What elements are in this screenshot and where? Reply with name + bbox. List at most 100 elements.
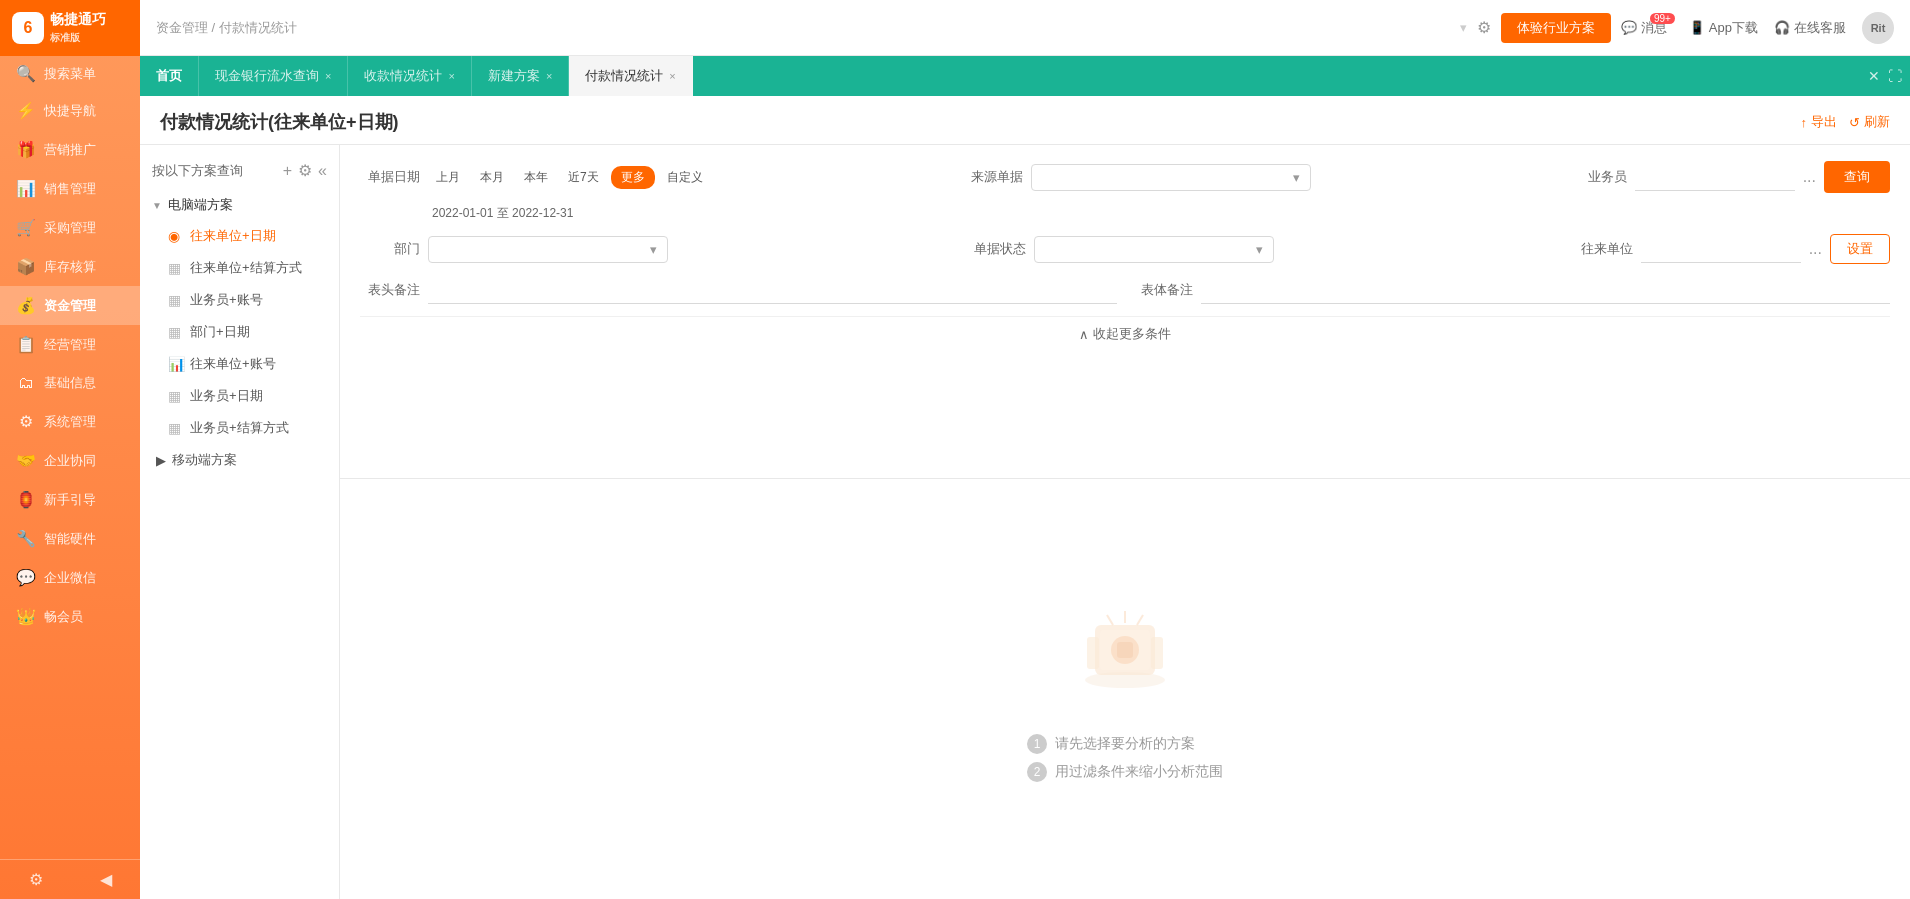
status-dropdown-icon: ▾: [1256, 242, 1263, 257]
filter-unit-col: 往来单位 ... 设置: [1573, 234, 1890, 264]
filter-row-3: 表头备注 表体备注: [360, 276, 1890, 304]
breadcrumb: 资金管理 / 付款情况统计: [156, 19, 1450, 37]
sidebar-item-inventory[interactable]: 📦 库存核算: [0, 247, 140, 286]
sidebar-item-cooperation[interactable]: 🤝 企业协同: [0, 441, 140, 480]
page-title: 付款情况统计(往来单位+日期): [160, 110, 399, 134]
page-header-actions: ↑ 导出 ↺ 刷新: [1801, 113, 1891, 131]
scheme-item-unit-date[interactable]: ◉ 往来单位+日期: [140, 220, 339, 252]
staff-input-area: [1635, 163, 1795, 191]
scheme-settings-icon[interactable]: ⚙: [298, 161, 312, 180]
empty-state: 1 请先选择要分析的方案 2 用过滤条件来缩小分析范围: [340, 479, 1910, 900]
sidebar-item-search-menu[interactable]: 🔍 搜索菜单: [0, 56, 140, 91]
date-opt-custom[interactable]: 自定义: [659, 166, 711, 189]
svg-line-9: [1137, 615, 1143, 625]
scheme-item-staff-date[interactable]: ▦ 业务员+日期: [140, 380, 339, 412]
scheme-staff-date-icon: ▦: [168, 388, 184, 404]
export-btn[interactable]: ↑ 导出: [1801, 113, 1838, 131]
scheme-item-staff-account[interactable]: ▦ 业务员+账号: [140, 284, 339, 316]
dept-select[interactable]: ▾: [428, 236, 668, 263]
tab-payment-stat[interactable]: 付款情况统计 ×: [569, 56, 692, 96]
source-select[interactable]: ▾: [1031, 164, 1311, 191]
quick-nav-icon: ⚡: [16, 101, 36, 120]
scheme-add-icon[interactable]: +: [283, 162, 292, 180]
tab-payment-stat-close[interactable]: ×: [669, 70, 675, 82]
user-avatar[interactable]: Rit: [1862, 12, 1894, 44]
query-btn[interactable]: 查询: [1824, 161, 1890, 193]
mobile-arrow-icon: ▶: [156, 453, 166, 468]
date-opt-last-month[interactable]: 上月: [428, 166, 468, 189]
sidebar-item-fund[interactable]: 💰 资金管理: [0, 286, 140, 325]
tab-bank-flow-close[interactable]: ×: [325, 70, 331, 82]
app-download[interactable]: 📱 App下载: [1689, 19, 1758, 37]
staff-dots[interactable]: ...: [1803, 168, 1816, 186]
settings-btn[interactable]: 设置: [1830, 234, 1890, 264]
sidebar-item-hardware[interactable]: 🔧 智能硬件: [0, 519, 140, 558]
body-remark-label: 表体备注: [1133, 281, 1193, 299]
collapse-btn[interactable]: ∧ 收起更多条件: [360, 316, 1890, 351]
refresh-btn[interactable]: ↺ 刷新: [1849, 113, 1890, 131]
sidebar-item-quick-nav[interactable]: ⚡ 快捷导航: [0, 91, 140, 130]
date-range-row: 2022-01-01 至 2022-12-31: [360, 205, 1890, 222]
inventory-icon: 📦: [16, 257, 36, 276]
filter-row-1: 单据日期 上月 本月 本年 近7天 更多 自定义: [360, 161, 1890, 193]
online-service[interactable]: 🎧 在线客服: [1774, 19, 1846, 37]
scheme-item-unit-settle[interactable]: ▦ 往来单位+结算方式: [140, 252, 339, 284]
filter-dept-col: 部门 ▾: [360, 236, 950, 263]
sidebar-item-basic[interactable]: 🗂 基础信息: [0, 364, 140, 402]
scheme-item-staff-settle[interactable]: ▦ 业务员+结算方式: [140, 412, 339, 444]
main-content: 资金管理 / 付款情况统计 ▾ ⚙ 体验行业方案 💬 消息 99+ 📱 App下…: [140, 0, 1910, 899]
operation-icon: 📋: [16, 335, 36, 354]
svg-line-7: [1107, 615, 1113, 625]
sidebar-bottom: ⚙ ◀: [0, 859, 140, 899]
date-opt-this-month[interactable]: 本月: [472, 166, 512, 189]
scheme-group-mobile: ▶ 移动端方案: [140, 444, 339, 476]
sidebar-settings-btn[interactable]: ⚙: [29, 870, 43, 889]
sidebar-item-marketing[interactable]: 🎁 营销推广: [0, 130, 140, 169]
trial-btn[interactable]: 体验行业方案: [1501, 13, 1611, 43]
sidebar-collapse-btn[interactable]: ◀: [100, 870, 112, 889]
tab-new-scheme[interactable]: 新建方案 ×: [472, 56, 569, 96]
tab-new-scheme-close[interactable]: ×: [546, 70, 552, 82]
member-icon: 👑: [16, 607, 36, 626]
header-remark-input[interactable]: [428, 276, 1117, 304]
page-content: 付款情况统计(往来单位+日期) ↑ 导出 ↺ 刷新 按以下方案查询 +: [140, 96, 1910, 899]
sidebar-item-purchase[interactable]: 🛒 采购管理: [0, 208, 140, 247]
date-opt-this-year[interactable]: 本年: [516, 166, 556, 189]
hardware-icon: 🔧: [16, 529, 36, 548]
scheme-sidebar: 按以下方案查询 + ⚙ « ▼ 电脑端方案 ◉ 往来单位+日期: [140, 145, 340, 899]
scheme-group-mobile-title[interactable]: ▶ 移动端方案: [140, 444, 339, 476]
scheme-item-unit-account[interactable]: 📊 往来单位+账号: [140, 348, 339, 380]
status-select[interactable]: ▾: [1034, 236, 1274, 263]
scheme-collapse-icon[interactable]: «: [318, 162, 327, 180]
sidebar-item-guide[interactable]: 🏮 新手引导: [0, 480, 140, 519]
date-opt-last-7[interactable]: 近7天: [560, 166, 607, 189]
empty-hint-2: 2 用过滤条件来缩小分析范围: [1027, 762, 1223, 782]
dept-dropdown-icon: ▾: [650, 242, 657, 257]
date-opt-more[interactable]: 更多: [611, 166, 655, 189]
tab-expand-icon[interactable]: ⛶: [1888, 68, 1902, 84]
tab-close-all-icon[interactable]: ✕: [1868, 68, 1880, 84]
tab-receipts-stat[interactable]: 收款情况统计 ×: [348, 56, 471, 96]
tab-home[interactable]: 首页: [140, 56, 199, 96]
sidebar-item-wechat[interactable]: 💬 企业微信: [0, 558, 140, 597]
sidebar-item-operation[interactable]: 📋 经营管理: [0, 325, 140, 364]
scheme-unit-date-icon: ◉: [168, 228, 184, 244]
scheme-item-dept-date[interactable]: ▦ 部门+日期: [140, 316, 339, 348]
tabbar-actions: ✕ ⛶: [1868, 68, 1910, 84]
sidebar-item-system[interactable]: ⚙ 系统管理: [0, 402, 140, 441]
sidebar-item-sales[interactable]: 📊 销售管理: [0, 169, 140, 208]
scheme-dept-date-icon: ▦: [168, 324, 184, 340]
tab-bank-flow[interactable]: 现金银行流水查询 ×: [199, 56, 348, 96]
unit-dots[interactable]: ...: [1809, 240, 1822, 258]
fund-icon: 💰: [16, 296, 36, 315]
scheme-group-desktop-title[interactable]: ▼ 电脑端方案: [140, 190, 339, 220]
tab-receipts-stat-close[interactable]: ×: [448, 70, 454, 82]
topbar-msg[interactable]: 💬 消息 99+: [1621, 19, 1667, 37]
logo-icon: 6: [12, 12, 44, 44]
body-remark-input[interactable]: [1201, 276, 1890, 304]
filter-staff-col: 业务员 ... 查询: [1567, 161, 1890, 193]
scheme-staff-settle-icon: ▦: [168, 420, 184, 436]
topbar-gear-icon[interactable]: ⚙: [1477, 18, 1491, 37]
filter-date-col: 单据日期 上月 本月 本年 近7天 更多 自定义: [360, 166, 947, 189]
sidebar-item-member[interactable]: 👑 畅会员: [0, 597, 140, 636]
